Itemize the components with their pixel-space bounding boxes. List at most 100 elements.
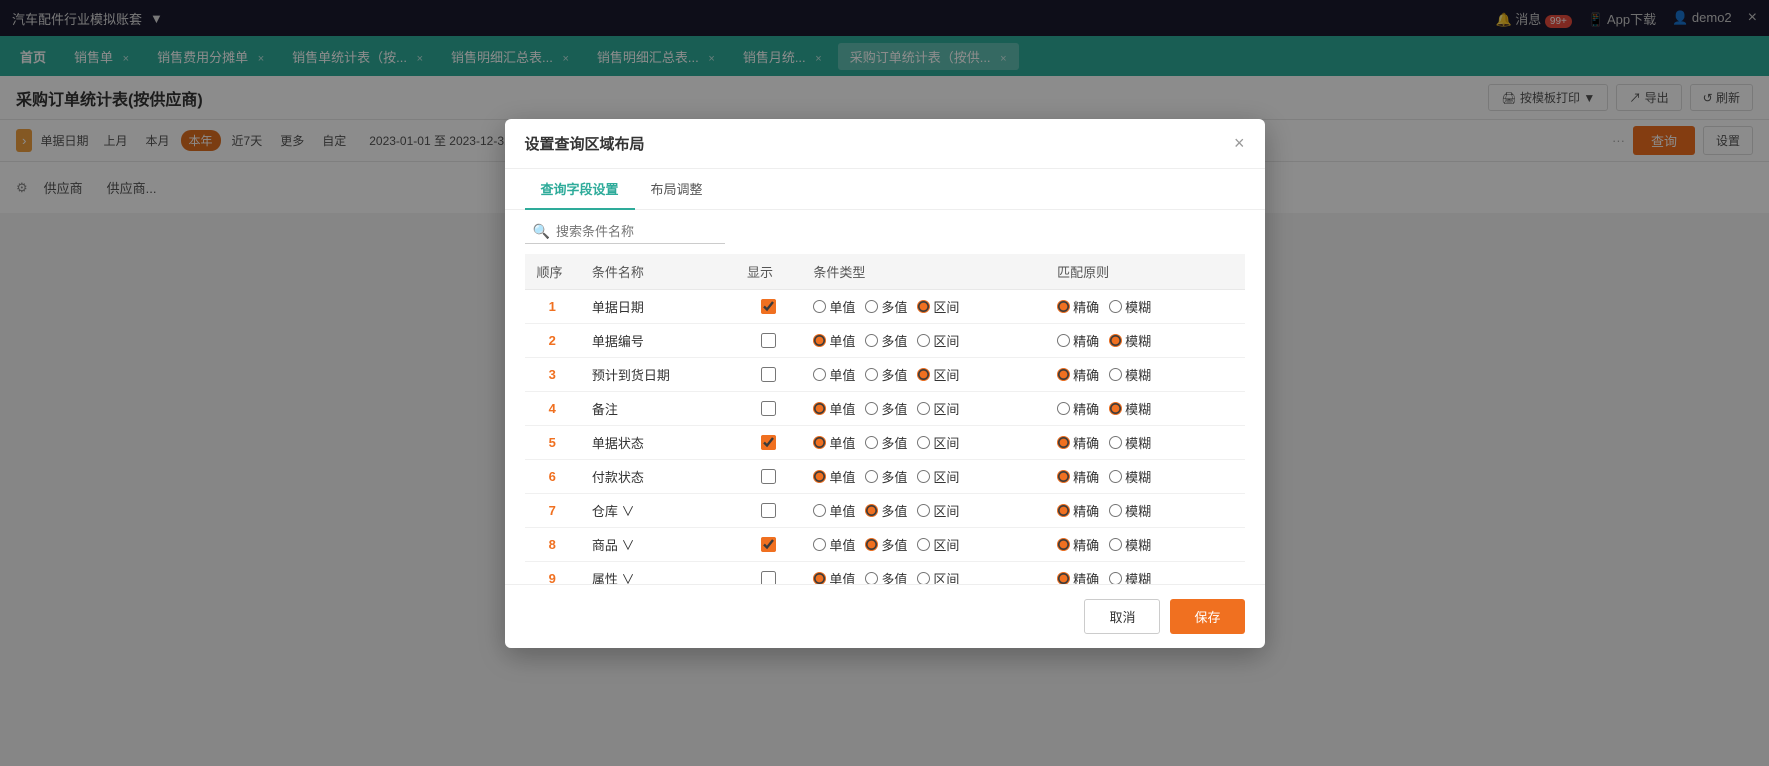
cell-type: 单值多值区间 xyxy=(801,391,1045,425)
table-row: 3 预计到货日期 单值多值区间 精确模糊 xyxy=(525,357,1245,391)
radio-type-多值[interactable]: 多值 xyxy=(865,399,907,418)
radio-match-模糊[interactable]: 模糊 xyxy=(1109,467,1151,486)
radio-type-多值[interactable]: 多值 xyxy=(865,331,907,350)
radio-match-模糊[interactable]: 模糊 xyxy=(1109,297,1151,316)
cancel-button[interactable]: 取消 xyxy=(1084,599,1160,634)
dialog-footer: 取消 保存 xyxy=(505,584,1265,648)
radio-type-多值[interactable]: 多值 xyxy=(865,467,907,486)
display-checkbox[interactable] xyxy=(761,367,776,382)
cell-match: 精确模糊 xyxy=(1045,527,1244,561)
order-number: 6 xyxy=(549,469,556,484)
radio-type-单值[interactable]: 单值 xyxy=(813,365,855,384)
radio-match-模糊[interactable]: 模糊 xyxy=(1109,365,1151,384)
search-icon: 🔍 xyxy=(533,223,550,240)
display-checkbox[interactable] xyxy=(761,571,776,584)
search-box: 🔍 xyxy=(525,220,725,244)
radio-type-多值[interactable]: 多值 xyxy=(865,433,907,452)
radio-type-区间[interactable]: 区间 xyxy=(917,535,959,554)
cell-display xyxy=(735,323,801,357)
cell-match: 精确模糊 xyxy=(1045,459,1244,493)
cell-order: 9 xyxy=(525,561,580,584)
dialog-tabs: 查询字段设置 布局调整 xyxy=(505,169,1265,210)
radio-type-多值[interactable]: 多值 xyxy=(865,501,907,520)
cell-name: 预计到货日期 xyxy=(580,357,735,391)
cell-match: 精确模糊 xyxy=(1045,561,1244,584)
radio-type-区间[interactable]: 区间 xyxy=(917,569,959,584)
cell-name: 仓库 ∨ xyxy=(580,493,735,527)
cell-type: 单值多值区间 xyxy=(801,323,1045,357)
table-row: 9属性 ∨单值多值区间精确模糊 xyxy=(525,561,1245,584)
save-button[interactable]: 保存 xyxy=(1170,599,1244,634)
cell-order: 6 xyxy=(525,459,580,493)
cell-display xyxy=(735,493,801,527)
radio-type-区间[interactable]: 区间 xyxy=(917,365,959,384)
radio-match-模糊[interactable]: 模糊 xyxy=(1109,399,1151,418)
dialog-close-button[interactable]: × xyxy=(1234,133,1245,154)
cell-name: 付款状态 xyxy=(580,459,735,493)
radio-type-区间[interactable]: 区间 xyxy=(917,399,959,418)
cell-name: 属性 ∨ xyxy=(580,561,735,584)
radio-type-单值[interactable]: 单值 xyxy=(813,399,855,418)
dialog-title: 设置查询区域布局 xyxy=(525,133,645,154)
radio-match-模糊[interactable]: 模糊 xyxy=(1109,433,1151,452)
cell-name: 商品 ∨ xyxy=(580,527,735,561)
radio-type-单值[interactable]: 单值 xyxy=(813,569,855,584)
radio-type-多值[interactable]: 多值 xyxy=(865,365,907,384)
table-row: 1单据日期单值多值区间精确模糊 xyxy=(525,289,1245,323)
cell-order: 3 xyxy=(525,357,580,391)
radio-match-精确[interactable]: 精确 xyxy=(1057,399,1099,418)
radio-type-区间[interactable]: 区间 xyxy=(917,467,959,486)
radio-type-单值[interactable]: 单值 xyxy=(813,535,855,554)
radio-match-精确[interactable]: 精确 xyxy=(1057,569,1099,584)
cell-display xyxy=(735,425,801,459)
radio-type-单值[interactable]: 单值 xyxy=(813,433,855,452)
radio-match-模糊[interactable]: 模糊 xyxy=(1109,501,1151,520)
radio-match-精确[interactable]: 精确 xyxy=(1057,297,1099,316)
display-checkbox[interactable] xyxy=(761,299,776,314)
radio-match-精确[interactable]: 精确 xyxy=(1057,467,1099,486)
tab-query-fields[interactable]: 查询字段设置 xyxy=(525,169,635,210)
display-checkbox[interactable] xyxy=(761,503,776,518)
cell-match: 精确模糊 xyxy=(1045,391,1244,425)
radio-type-单值[interactable]: 单值 xyxy=(813,501,855,520)
cell-name: 单据编号 xyxy=(580,323,735,357)
radio-match-精确[interactable]: 精确 xyxy=(1057,331,1099,350)
order-number: 8 xyxy=(549,537,556,552)
display-checkbox[interactable] xyxy=(761,333,776,348)
display-checkbox[interactable] xyxy=(761,537,776,552)
radio-match-模糊[interactable]: 模糊 xyxy=(1109,569,1151,584)
radio-type-区间[interactable]: 区间 xyxy=(917,297,959,316)
table-row: 4备注单值多值区间精确模糊 xyxy=(525,391,1245,425)
radio-type-单值[interactable]: 单值 xyxy=(813,331,855,350)
cell-type: 单值多值区间 xyxy=(801,527,1045,561)
radio-match-精确[interactable]: 精确 xyxy=(1057,535,1099,554)
cell-match: 精确模糊 xyxy=(1045,289,1244,323)
tab-layout[interactable]: 布局调整 xyxy=(635,169,719,210)
radio-type-单值[interactable]: 单值 xyxy=(813,297,855,316)
display-checkbox[interactable] xyxy=(761,401,776,416)
radio-type-区间[interactable]: 区间 xyxy=(917,433,959,452)
display-checkbox[interactable] xyxy=(761,469,776,484)
radio-match-精确[interactable]: 精确 xyxy=(1057,501,1099,520)
radio-type-单值[interactable]: 单值 xyxy=(813,467,855,486)
order-number: 4 xyxy=(549,401,556,416)
display-checkbox[interactable] xyxy=(761,435,776,450)
radio-type-多值[interactable]: 多值 xyxy=(865,297,907,316)
order-number: 9 xyxy=(549,571,556,584)
radio-type-多值[interactable]: 多值 xyxy=(865,535,907,554)
th-type: 条件类型 xyxy=(801,254,1045,290)
radio-match-模糊[interactable]: 模糊 xyxy=(1109,331,1151,350)
radio-match-精确[interactable]: 精确 xyxy=(1057,365,1099,384)
radio-type-区间[interactable]: 区间 xyxy=(917,501,959,520)
cell-match: 精确模糊 xyxy=(1045,323,1244,357)
config-table: 顺序 条件名称 显示 条件类型 匹配原则 1单据日期单值多值区间精确模糊2单据编… xyxy=(525,254,1245,584)
search-input[interactable] xyxy=(556,224,716,239)
order-number: 5 xyxy=(549,435,556,450)
radio-type-多值[interactable]: 多值 xyxy=(865,569,907,584)
radio-match-精确[interactable]: 精确 xyxy=(1057,433,1099,452)
order-number: 3 xyxy=(549,367,556,382)
radio-type-区间[interactable]: 区间 xyxy=(917,331,959,350)
th-display: 显示 xyxy=(735,254,801,290)
radio-match-模糊[interactable]: 模糊 xyxy=(1109,535,1151,554)
cell-type: 单值多值区间 xyxy=(801,561,1045,584)
